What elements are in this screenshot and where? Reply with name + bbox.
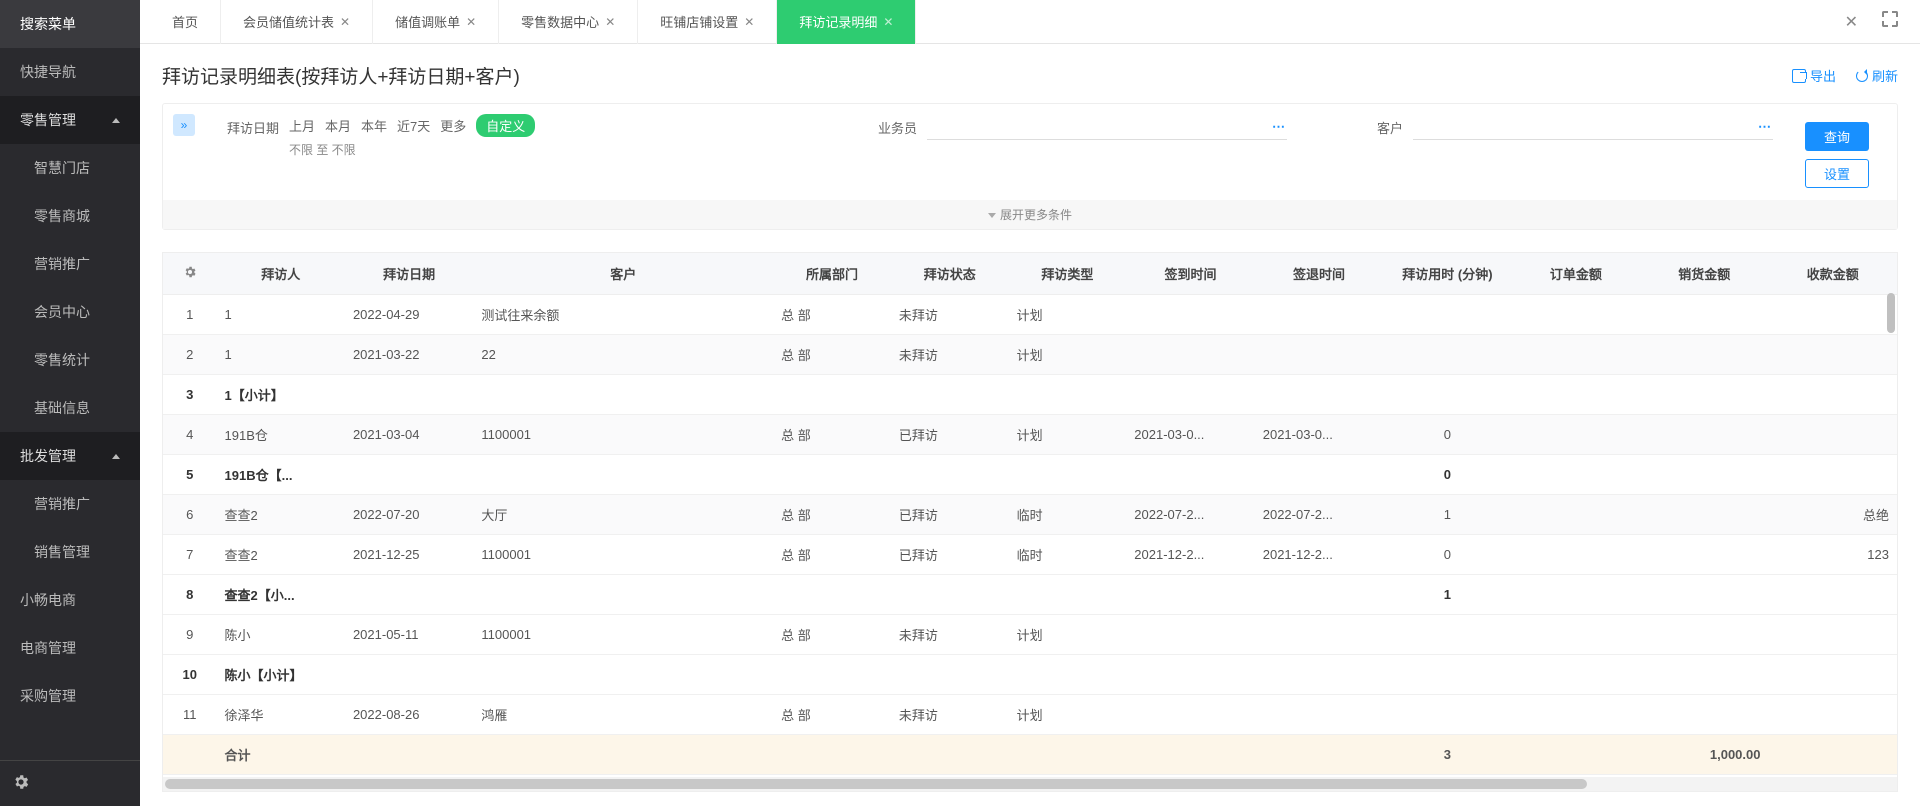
horizontal-scrollbar[interactable] <box>163 777 1897 791</box>
table-row[interactable]: 31【小计】 <box>163 375 1897 415</box>
refresh-icon <box>1856 70 1868 82</box>
more-dots-icon[interactable]: ⋯ <box>1272 119 1287 135</box>
table-row[interactable]: 9陈小2021-05-111100001总 部未拜访计划 <box>163 615 1897 655</box>
column-header[interactable]: 收款金额 <box>1768 253 1897 295</box>
filter-label-date: 拜访日期 <box>223 114 279 137</box>
vertical-scrollbar[interactable] <box>1887 293 1895 333</box>
column-header[interactable]: 拜访状态 <box>891 253 1009 295</box>
fullscreen-icon <box>1882 11 1898 27</box>
refresh-button[interactable]: 刷新 <box>1856 66 1898 85</box>
date-opt-more[interactable]: 更多 <box>440 116 466 135</box>
column-header[interactable]: 签到时间 <box>1126 253 1254 295</box>
tab-拜访记录明细[interactable]: 拜访记录明细✕ <box>777 0 916 44</box>
close-icon[interactable]: ✕ <box>605 15 615 29</box>
table-row[interactable]: 212021-03-2222总 部未拜访计划 <box>163 335 1897 375</box>
date-opt-thismonth[interactable]: 本月 <box>325 116 351 135</box>
tab-bar: 首页会员储值统计表✕储值调账单✕零售数据中心✕旺铺店铺设置✕拜访记录明细✕ ✕ <box>140 0 1920 44</box>
sidebar-item-members[interactable]: 会员中心 <box>0 288 140 336</box>
sidebar-item-salesmgmt[interactable]: 销售管理 <box>0 528 140 576</box>
sidebar-quicknav[interactable]: 快捷导航 <box>0 48 140 96</box>
column-header[interactable]: 所属部门 <box>773 253 891 295</box>
sales-select[interactable]: ⋯ <box>927 114 1287 140</box>
chevron-up-icon <box>112 454 120 459</box>
sidebar-item-retailstats[interactable]: 零售统计 <box>0 336 140 384</box>
filter-label-customer: 客户 <box>1347 114 1403 137</box>
column-header[interactable]: 签退时间 <box>1255 253 1383 295</box>
sidebar-item-wmarketing[interactable]: 营销推广 <box>0 480 140 528</box>
table-row[interactable]: 8查查2【小...1 <box>163 575 1897 615</box>
sidebar-search[interactable]: 搜索菜单 <box>0 0 140 48</box>
date-range-display[interactable]: 不限 至 不限 <box>289 141 535 158</box>
more-dots-icon[interactable]: ⋯ <box>1758 119 1773 135</box>
sidebar-item-marketing[interactable]: 营销推广 <box>0 240 140 288</box>
data-table: 拜访人拜访日期客户所属部门拜访状态拜访类型签到时间签退时间拜访用时 (分钟)订单… <box>162 252 1898 792</box>
column-header[interactable]: 拜访类型 <box>1009 253 1127 295</box>
customer-select[interactable]: ⋯ <box>1413 114 1773 140</box>
chevron-down-icon <box>988 213 996 218</box>
sidebar-settings[interactable] <box>0 760 140 806</box>
date-opt-custom[interactable]: 自定义 <box>476 114 535 137</box>
tab-旺铺店铺设置[interactable]: 旺铺店铺设置✕ <box>638 0 777 44</box>
sidebar-item-procurement[interactable]: 采购管理 <box>0 672 140 708</box>
close-icon[interactable]: ✕ <box>340 15 350 29</box>
gear-icon[interactable] <box>183 265 197 279</box>
tabs-close-all[interactable]: ✕ <box>1833 12 1870 32</box>
date-opt-lastmonth[interactable]: 上月 <box>289 116 315 135</box>
chevron-up-icon <box>112 118 120 123</box>
tab-会员储值统计表[interactable]: 会员储值统计表✕ <box>221 0 373 44</box>
query-button[interactable]: 查询 <box>1805 122 1869 151</box>
filter-collapse-toggle[interactable]: » <box>173 114 195 136</box>
filter-label-sales: 业务员 <box>861 114 917 137</box>
column-header[interactable]: 客户 <box>473 253 773 295</box>
export-button[interactable]: 导出 <box>1792 66 1836 85</box>
tab-零售数据中心[interactable]: 零售数据中心✕ <box>499 0 638 44</box>
sidebar-item-retailmall[interactable]: 零售商城 <box>0 192 140 240</box>
table-row[interactable]: 112022-04-29测试往来余额总 部未拜访计划 <box>163 295 1897 335</box>
date-opt-7days[interactable]: 近7天 <box>397 116 430 135</box>
table-row[interactable]: 11徐泽华2022-08-26鸿雁总 部未拜访计划 <box>163 695 1897 735</box>
table-row[interactable]: 5191B仓【...0 <box>163 455 1897 495</box>
table-row[interactable]: 7查查22021-12-251100001总 部已拜访临时2021-12-2..… <box>163 535 1897 575</box>
tab-首页[interactable]: 首页 <box>150 0 221 44</box>
column-header[interactable]: 订单金额 <box>1512 253 1640 295</box>
sidebar-item-smartstore[interactable]: 智慧门店 <box>0 144 140 192</box>
table-row[interactable]: 4191B仓2021-03-041100001总 部已拜访计划2021-03-0… <box>163 415 1897 455</box>
column-header[interactable]: 拜访日期 <box>345 253 473 295</box>
sidebar-group-wholesale[interactable]: 批发管理 <box>0 432 140 480</box>
gear-icon <box>12 773 30 791</box>
column-header[interactable]: 拜访人 <box>217 253 345 295</box>
column-header[interactable]: 拜访用时 (分钟) <box>1383 253 1511 295</box>
sidebar-item-ecommerce[interactable]: 电商管理 <box>0 624 140 672</box>
close-icon[interactable]: ✕ <box>883 15 893 29</box>
table-row[interactable]: 10陈小【小计】 <box>163 655 1897 695</box>
sidebar-item-basicinfo[interactable]: 基础信息 <box>0 384 140 432</box>
close-icon[interactable]: ✕ <box>466 15 476 29</box>
page-title: 拜访记录明细表(按拜访人+拜访日期+客户) <box>162 62 1792 89</box>
table-row[interactable]: 6查查22022-07-20大厅总 部已拜访临时2022-07-2...2022… <box>163 495 1897 535</box>
date-opt-thisyear[interactable]: 本年 <box>361 116 387 135</box>
fullscreen-toggle[interactable] <box>1870 11 1910 32</box>
close-icon[interactable]: ✕ <box>744 15 754 29</box>
sidebar-group-retail[interactable]: 零售管理 <box>0 96 140 144</box>
export-icon <box>1792 69 1806 83</box>
settings-button[interactable]: 设置 <box>1805 159 1869 188</box>
sidebar: 搜索菜单 快捷导航 零售管理 智慧门店 零售商城 营销推广 会员中心 零售统计 … <box>0 0 140 806</box>
total-row: 合计31,000.00 <box>163 735 1897 775</box>
filter-panel: » 拜访日期 上月 本月 本年 近7天 更多 自定义 不限 至 不限 <box>162 103 1898 230</box>
tab-储值调账单[interactable]: 储值调账单✕ <box>373 0 499 44</box>
column-header[interactable]: 销货金额 <box>1640 253 1768 295</box>
expand-filters[interactable]: 展开更多条件 <box>163 200 1897 229</box>
sidebar-item-xiaochang[interactable]: 小畅电商 <box>0 576 140 624</box>
